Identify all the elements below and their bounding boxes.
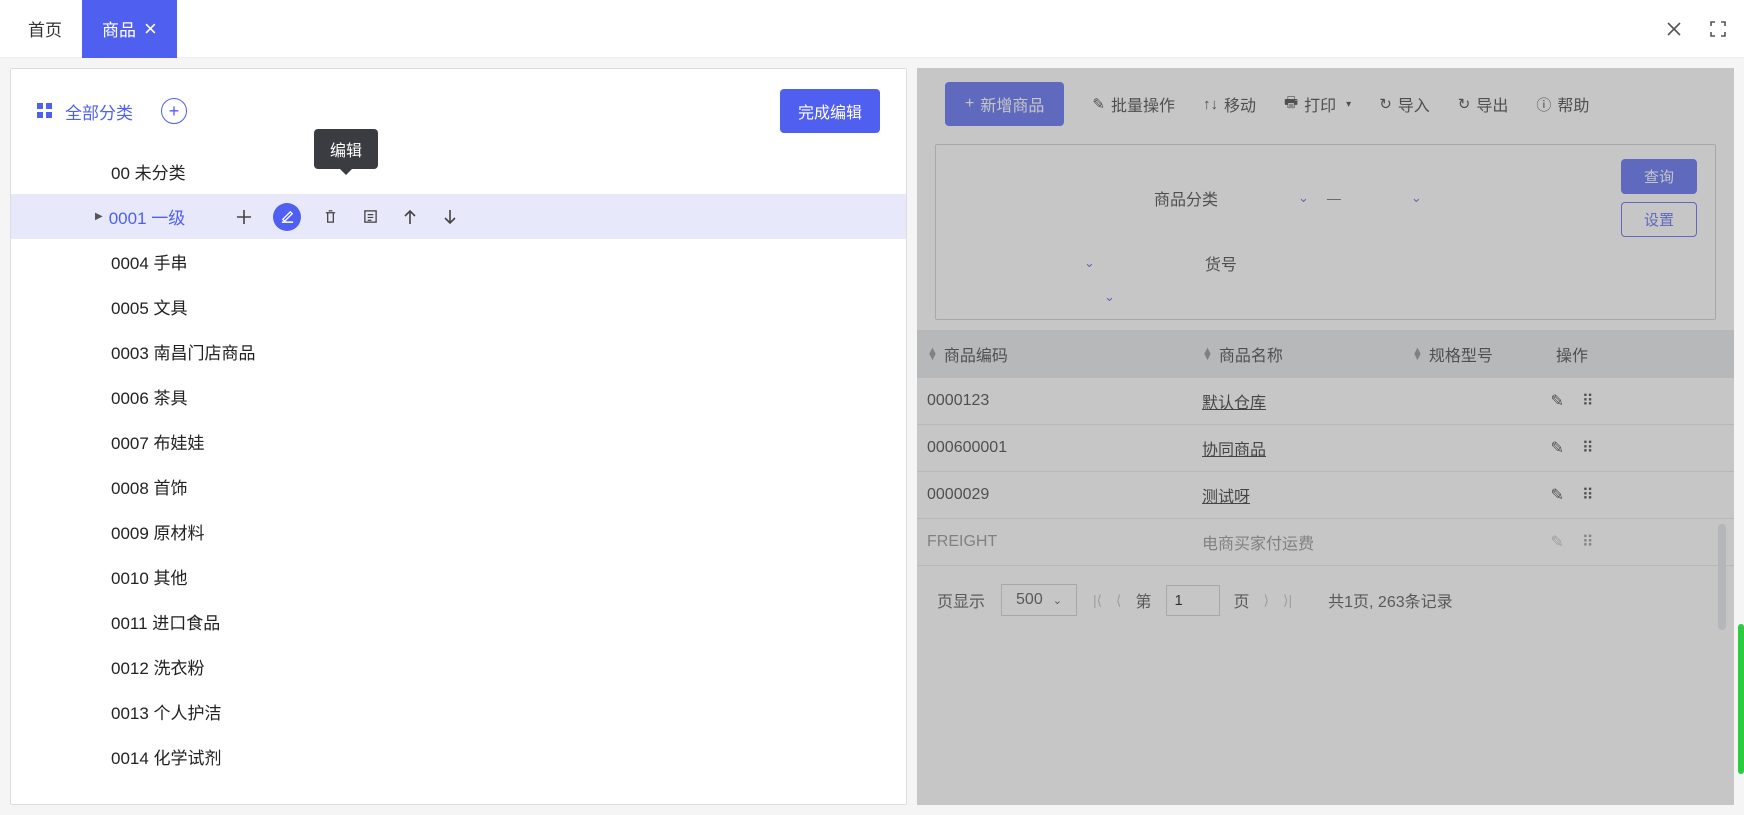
category-editor-panel: 全部分类 + 完成编辑 编辑 00 未分类 ▶ 0001 一级 0004 手串 (10, 68, 907, 805)
edit-row-icon[interactable]: ✎ (1550, 438, 1563, 458)
chevron-down-icon[interactable]: ⌄ (1298, 190, 1309, 206)
tree-item[interactable]: 0003 南昌门店商品 (11, 329, 906, 374)
export-button[interactable]: ↻导出 (1458, 92, 1509, 116)
pagination: 页显示 500⌄ |⟨ ⟨ 第 页 ⟩ ⟩| 共1页, 263条记录 (917, 566, 1734, 634)
finish-edit-button[interactable]: 完成编辑 (780, 89, 880, 133)
caret-icon[interactable]: ▶ (95, 211, 103, 222)
row-actions (233, 203, 461, 231)
tree-item[interactable]: 0013 个人护洁 (11, 689, 906, 734)
page-summary: 共1页, 263条记录 (1328, 588, 1453, 612)
close-all-icon[interactable] (1656, 11, 1692, 47)
delete-icon[interactable] (319, 206, 341, 228)
sku-label: 货号 (1205, 251, 1237, 275)
move-up-icon[interactable] (399, 206, 421, 228)
tree-item[interactable]: 0005 文具 (11, 284, 906, 329)
setting-button[interactable]: 设置 (1621, 202, 1697, 237)
last-page-icon[interactable]: ⟩| (1283, 592, 1292, 609)
tab-home-label: 首页 (28, 16, 62, 41)
tree-item[interactable]: 0006 茶具 (11, 374, 906, 419)
tab-product[interactable]: 商品 × (82, 0, 177, 58)
batch-button[interactable]: ✎批量操作 (1092, 92, 1175, 116)
edit-row-icon: ✎ (1550, 532, 1563, 552)
product-name-text: 电商买家付运费 (1202, 530, 1314, 554)
chevron-down-icon: ⌄ (1053, 594, 1062, 607)
tree-item-selected[interactable]: ▶ 0001 一级 (11, 194, 906, 239)
tab-home[interactable]: 首页 (8, 0, 82, 58)
move-icon: ↑↓ (1203, 96, 1218, 113)
move-button[interactable]: ↑↓移动 (1203, 92, 1256, 116)
sort-icon[interactable]: ▲▼ (927, 348, 938, 360)
top-right-controls (1656, 0, 1736, 58)
batch-icon: ✎ (1092, 95, 1105, 113)
window-scrollbar[interactable] (1738, 624, 1744, 774)
more-row-icon[interactable]: ⠿ (1582, 438, 1594, 458)
product-name-link[interactable]: 协同商品 (1202, 436, 1266, 460)
next-page-icon[interactable]: ⟩ (1264, 592, 1269, 609)
category-tree[interactable]: 00 未分类 ▶ 0001 一级 0004 手串 0005 文具 0003 南昌… (11, 145, 906, 804)
chevron-down-icon[interactable]: ⌄ (1411, 190, 1422, 206)
grid-icon (37, 103, 53, 119)
tree-item[interactable]: 0007 布娃娃 (11, 419, 906, 464)
chevron-down-icon: ▾ (1346, 99, 1351, 110)
table-row[interactable]: FREIGHT 电商买家付运费 ✎⠿ (917, 519, 1734, 566)
close-icon[interactable]: × (144, 18, 157, 40)
toolbar: +新增商品 ✎批量操作 ↑↓移动 🖶打印▾ ↻导入 ↻导出 ⓘ帮助 (917, 68, 1734, 140)
product-name-link[interactable]: 测试呀 (1202, 483, 1250, 507)
table-row[interactable]: 000600001 协同商品 ✎⠿ (917, 425, 1734, 472)
import-icon: ↻ (1379, 95, 1392, 113)
tree-item[interactable]: 0004 手串 (11, 239, 906, 284)
table-body: 0000123 默认仓库 ✎⠿ 000600001 协同商品 ✎⠿ 000002… (917, 378, 1734, 566)
perpage-label: 页显示 (937, 588, 985, 612)
table-scrollbar[interactable] (1718, 524, 1726, 630)
more-row-icon[interactable]: ⠿ (1582, 391, 1594, 411)
more-row-icon[interactable]: ⠿ (1582, 532, 1594, 552)
table-row[interactable]: 0000029 测试呀 ✎⠿ (917, 472, 1734, 519)
first-page-icon[interactable]: |⟨ (1093, 592, 1102, 609)
table-row[interactable]: 0000123 默认仓库 ✎⠿ (917, 378, 1734, 425)
category-header: 全部分类 + 完成编辑 (11, 69, 906, 145)
perpage-select[interactable]: 500⌄ (1001, 584, 1077, 616)
add-child-icon[interactable] (233, 206, 255, 228)
add-category-button[interactable]: + (161, 98, 187, 124)
more-row-icon[interactable]: ⠿ (1582, 485, 1594, 505)
tree-item[interactable]: 0014 化学试剂 (11, 734, 906, 779)
query-button[interactable]: 查询 (1621, 159, 1697, 194)
product-list-panel: +新增商品 ✎批量操作 ↑↓移动 🖶打印▾ ↻导入 ↻导出 ⓘ帮助 商品分类 ⌄… (917, 68, 1734, 805)
tree-item[interactable]: 0009 原材料 (11, 509, 906, 554)
tree-item[interactable]: 0010 其他 (11, 554, 906, 599)
export-icon[interactable] (359, 206, 381, 228)
tree-item[interactable]: 0008 首饰 (11, 464, 906, 509)
tree-item[interactable]: 00 未分类 (11, 149, 906, 194)
product-table: ▲▼商品编码 ▲▼商品名称 ▲▼规格型号 操作 0000123 默认仓库 ✎⠿ … (917, 330, 1734, 566)
search-box: 商品分类 ⌄ — ⌄ 查询 设置 ⌄ 货号 ⌄ (935, 144, 1716, 320)
table-header: ▲▼商品编码 ▲▼商品名称 ▲▼规格型号 操作 (917, 330, 1734, 378)
category-title[interactable]: 全部分类 (65, 99, 133, 124)
help-icon: ⓘ (1536, 94, 1551, 115)
add-product-button[interactable]: +新增商品 (945, 82, 1064, 126)
category-label: 商品分类 (1154, 186, 1218, 210)
dash: — (1327, 190, 1341, 206)
page-input[interactable] (1166, 585, 1220, 616)
tree-item[interactable]: 0011 进口食品 (11, 599, 906, 644)
chevron-down-icon[interactable]: ⌄ (1104, 289, 1115, 305)
edit-icon[interactable] (273, 203, 301, 231)
prev-page-icon[interactable]: ⟨ (1116, 592, 1121, 609)
top-tabs: 首页 商品 × (0, 0, 1744, 58)
export-icon: ↻ (1458, 95, 1471, 113)
edit-row-icon[interactable]: ✎ (1550, 485, 1563, 505)
fullscreen-icon[interactable] (1700, 11, 1736, 47)
help-button[interactable]: ⓘ帮助 (1536, 92, 1589, 116)
tab-product-label: 商品 (102, 16, 136, 41)
sort-icon[interactable]: ▲▼ (1202, 348, 1213, 360)
edit-row-icon[interactable]: ✎ (1550, 391, 1563, 411)
sort-icon[interactable]: ▲▼ (1412, 348, 1423, 360)
tree-item[interactable]: 0012 洗衣粉 (11, 644, 906, 689)
chevron-down-icon[interactable]: ⌄ (1084, 255, 1095, 271)
plus-icon: + (965, 95, 974, 113)
import-button[interactable]: ↻导入 (1379, 92, 1430, 116)
print-icon: 🖶 (1284, 92, 1298, 117)
move-down-icon[interactable] (439, 206, 461, 228)
print-button[interactable]: 🖶打印▾ (1284, 92, 1351, 117)
product-name-link[interactable]: 默认仓库 (1202, 389, 1266, 413)
